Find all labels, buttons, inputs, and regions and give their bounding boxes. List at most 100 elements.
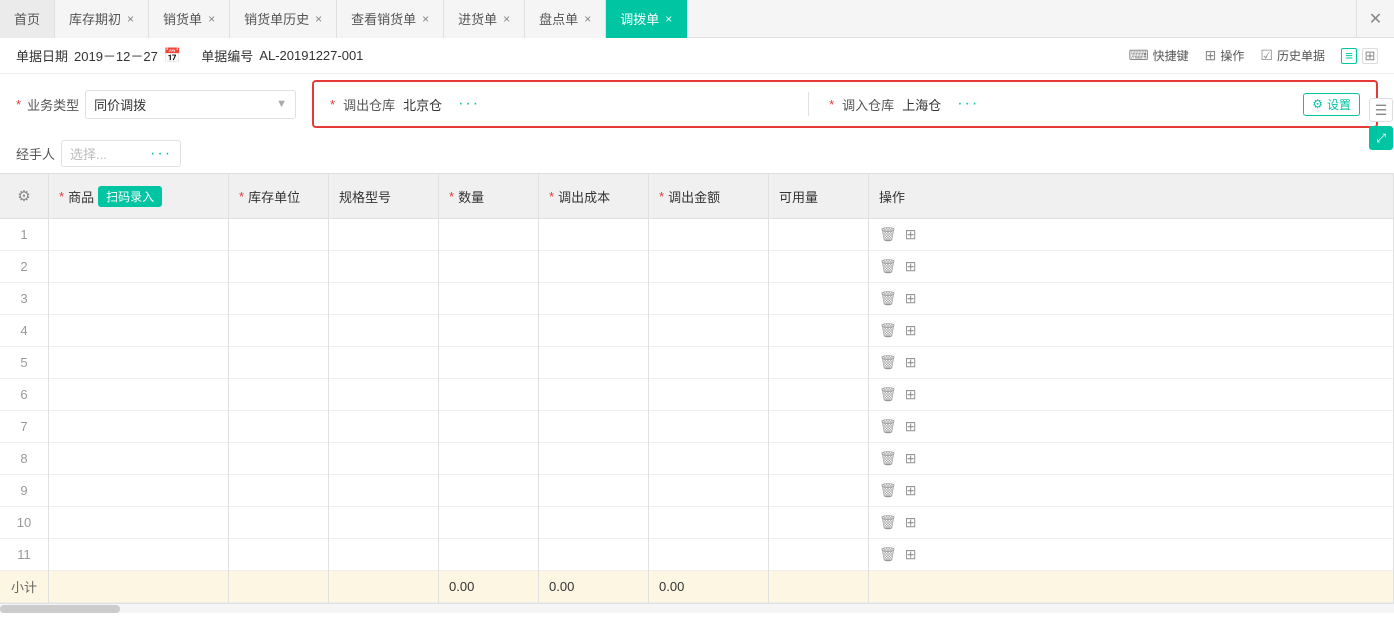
row-product[interactable] (49, 315, 229, 347)
tab-close-view-sales[interactable]: × (422, 12, 429, 26)
row-spec[interactable] (329, 379, 439, 411)
row-spec[interactable] (329, 411, 439, 443)
tab-inventory-init[interactable]: 库存期初 × (55, 0, 149, 38)
row-unit[interactable] (229, 411, 329, 443)
warehouse-out-more[interactable]: ··· (458, 95, 480, 113)
row-unit[interactable] (229, 379, 329, 411)
delete-icon[interactable]: 🗑 (879, 290, 897, 307)
row-unit[interactable] (229, 347, 329, 379)
copy-icon[interactable]: ⊞ (905, 290, 917, 307)
row-qty[interactable] (439, 219, 539, 251)
row-product[interactable] (49, 347, 229, 379)
row-spec[interactable] (329, 219, 439, 251)
row-cost[interactable] (539, 315, 649, 347)
copy-icon[interactable]: ⊞ (905, 514, 917, 531)
row-qty[interactable] (439, 507, 539, 539)
row-unit[interactable] (229, 251, 329, 283)
row-cost[interactable] (539, 283, 649, 315)
row-unit[interactable] (229, 443, 329, 475)
bottom-scrollbar[interactable] (0, 603, 1394, 613)
sidebar-expand-icon[interactable]: ⤢ (1369, 126, 1393, 150)
row-cost[interactable] (539, 411, 649, 443)
row-amount[interactable] (649, 251, 769, 283)
settings-button[interactable]: ⚙ 设置 (1303, 93, 1360, 116)
row-product[interactable] (49, 475, 229, 507)
delete-icon[interactable]: 🗑 (879, 354, 897, 371)
copy-icon[interactable]: ⊞ (905, 354, 917, 371)
row-qty[interactable] (439, 443, 539, 475)
copy-icon[interactable]: ⊞ (905, 386, 917, 403)
row-spec[interactable] (329, 283, 439, 315)
tab-close-transfer[interactable]: × (665, 12, 672, 26)
row-qty[interactable] (439, 251, 539, 283)
row-avail[interactable] (769, 219, 869, 251)
tab-close-sales-order[interactable]: × (208, 12, 215, 26)
tab-home[interactable]: 首页 (0, 0, 55, 38)
delete-icon[interactable]: 🗑 (879, 322, 897, 339)
row-avail[interactable] (769, 475, 869, 507)
scan-entry-button[interactable]: 扫码录入 (98, 186, 162, 207)
window-close-button[interactable]: ✕ (1356, 0, 1394, 38)
row-unit[interactable] (229, 539, 329, 571)
delete-icon[interactable]: 🗑 (879, 226, 897, 243)
row-avail[interactable] (769, 539, 869, 571)
row-product[interactable] (49, 379, 229, 411)
delete-icon[interactable]: 🗑 (879, 482, 897, 499)
row-qty[interactable] (439, 315, 539, 347)
copy-icon[interactable]: ⊞ (905, 418, 917, 435)
row-unit[interactable] (229, 283, 329, 315)
row-avail[interactable] (769, 251, 869, 283)
tab-sales-history[interactable]: 销货单历史 × (230, 0, 337, 38)
sidebar-list-icon[interactable]: ☰ (1369, 98, 1393, 122)
row-qty[interactable] (439, 379, 539, 411)
handler-more-icon[interactable]: ··· (150, 145, 172, 163)
row-spec[interactable] (329, 443, 439, 475)
copy-icon[interactable]: ⊞ (905, 450, 917, 467)
warehouse-in-more[interactable]: ··· (957, 95, 979, 113)
shortcut-button[interactable]: ⌨ 快捷键 (1128, 47, 1188, 64)
tab-close-purchase-order[interactable]: × (503, 12, 510, 26)
tab-purchase-order[interactable]: 进货单 × (444, 0, 525, 38)
row-cost[interactable] (539, 507, 649, 539)
row-unit[interactable] (229, 315, 329, 347)
row-avail[interactable] (769, 283, 869, 315)
row-qty[interactable] (439, 283, 539, 315)
row-amount[interactable] (649, 347, 769, 379)
calendar-icon[interactable]: 📅 (164, 47, 181, 64)
row-avail[interactable] (769, 379, 869, 411)
delete-icon[interactable]: 🗑 (879, 386, 897, 403)
row-avail[interactable] (769, 411, 869, 443)
row-qty[interactable] (439, 411, 539, 443)
row-amount[interactable] (649, 475, 769, 507)
row-cost[interactable] (539, 475, 649, 507)
tab-sales-order[interactable]: 销货单 × (149, 0, 230, 38)
row-product[interactable] (49, 539, 229, 571)
row-qty[interactable] (439, 347, 539, 379)
row-spec[interactable] (329, 475, 439, 507)
row-cost[interactable] (539, 219, 649, 251)
copy-icon[interactable]: ⊞ (905, 258, 917, 275)
tab-close-inventory-init[interactable]: × (127, 12, 134, 26)
row-spec[interactable] (329, 347, 439, 379)
row-avail[interactable] (769, 507, 869, 539)
handler-input[interactable]: 选择... ··· (61, 140, 181, 167)
th-gear-icon[interactable]: ⚙ (10, 182, 38, 210)
row-amount[interactable] (649, 507, 769, 539)
row-cost[interactable] (539, 539, 649, 571)
row-amount[interactable] (649, 539, 769, 571)
row-product[interactable] (49, 283, 229, 315)
row-avail[interactable] (769, 347, 869, 379)
layout-list-icon[interactable]: ≡ (1341, 48, 1357, 64)
delete-icon[interactable]: 🗑 (879, 514, 897, 531)
copy-icon[interactable]: ⊞ (905, 482, 917, 499)
operation-button[interactable]: ⊞ 操作 (1205, 47, 1245, 64)
row-cost[interactable] (539, 443, 649, 475)
delete-icon[interactable]: 🗑 (879, 546, 897, 563)
tab-close-stock-take[interactable]: × (584, 12, 591, 26)
tab-stock-take[interactable]: 盘点单 × (525, 0, 606, 38)
tab-view-sales[interactable]: 查看销货单 × (337, 0, 444, 38)
row-amount[interactable] (649, 283, 769, 315)
row-product[interactable] (49, 411, 229, 443)
delete-icon[interactable]: 🗑 (879, 258, 897, 275)
row-cost[interactable] (539, 251, 649, 283)
